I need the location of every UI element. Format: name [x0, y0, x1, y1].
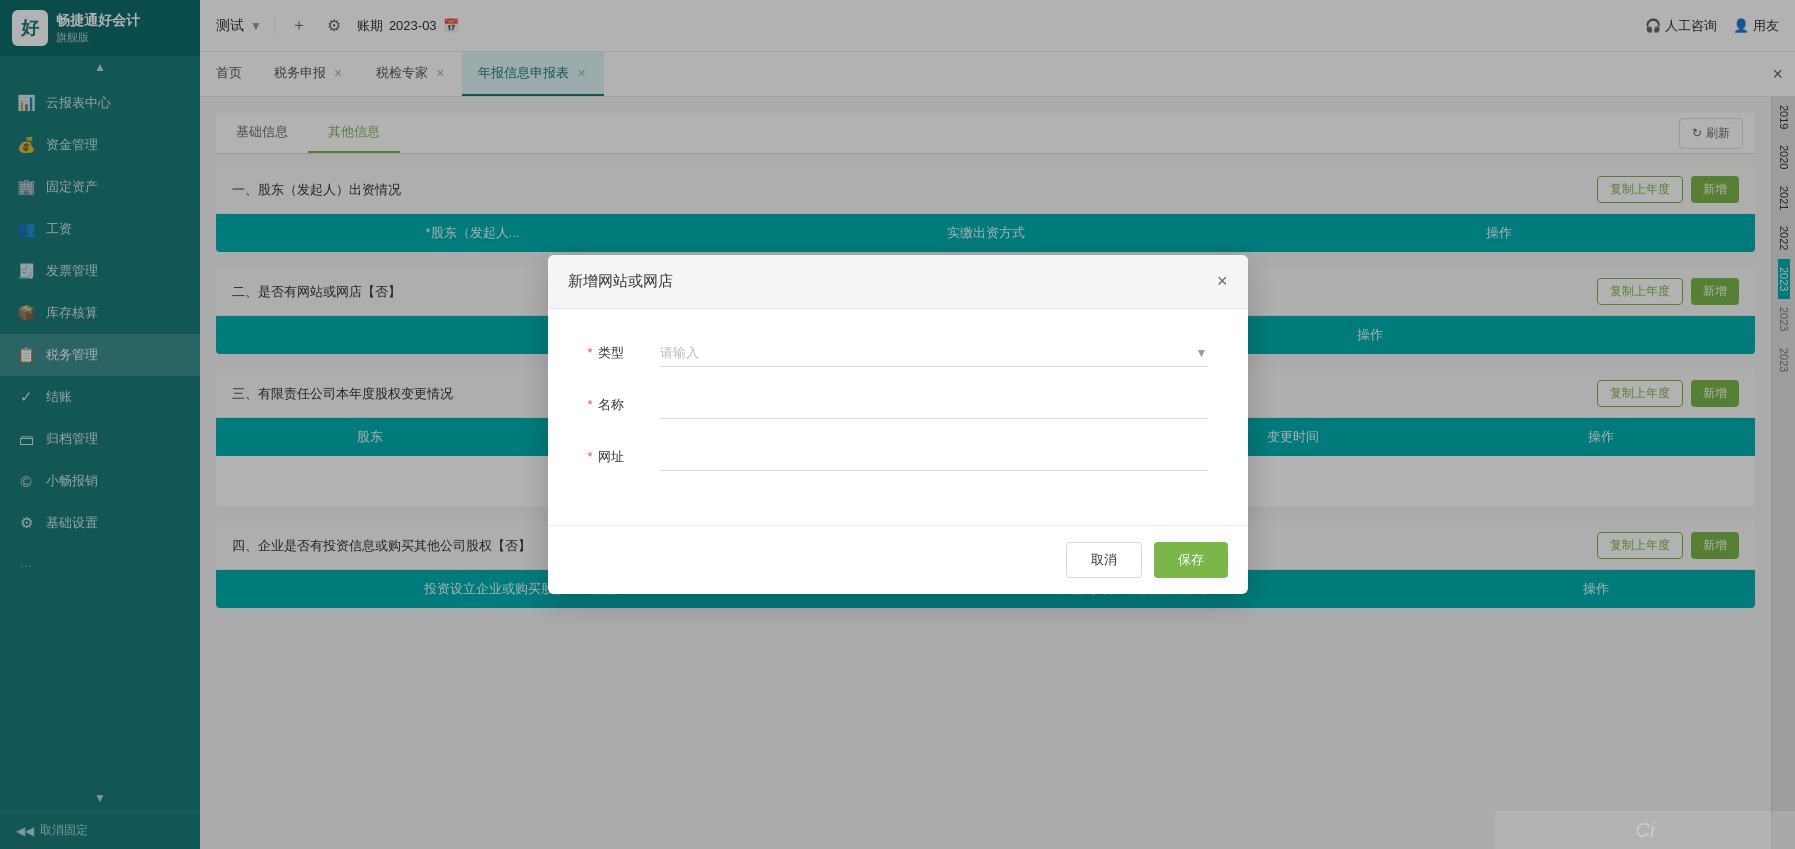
modal-title: 新增网站或网店 — [568, 272, 673, 291]
modal-footer: 取消 保存 — [548, 525, 1248, 594]
type-dropdown-icon[interactable]: ▼ — [1196, 346, 1208, 360]
url-input-wrap — [660, 443, 1208, 471]
cancel-btn[interactable]: 取消 — [1066, 542, 1142, 578]
form-row-name: * 名称 — [588, 391, 1208, 419]
name-input[interactable] — [660, 391, 1208, 418]
url-label: * 网址 — [588, 448, 648, 466]
add-website-modal: 新增网站或网店 × * 类型 ▼ * 名称 — [548, 255, 1248, 594]
type-input[interactable] — [660, 339, 1196, 366]
save-btn[interactable]: 保存 — [1154, 542, 1228, 578]
url-input[interactable] — [660, 443, 1208, 470]
type-input-wrap: ▼ — [660, 339, 1208, 367]
modal-header: 新增网站或网店 × — [548, 255, 1248, 309]
watermark: Ci — [1495, 811, 1795, 849]
modal-overlay[interactable]: 新增网站或网店 × * 类型 ▼ * 名称 — [0, 0, 1795, 849]
modal-body: * 类型 ▼ * 名称 * — [548, 309, 1248, 525]
type-label: * 类型 — [588, 344, 648, 362]
form-row-type: * 类型 ▼ — [588, 339, 1208, 367]
modal-close-btn[interactable]: × — [1217, 271, 1228, 292]
name-label: * 名称 — [588, 396, 648, 414]
form-row-url: * 网址 — [588, 443, 1208, 471]
name-input-wrap — [660, 391, 1208, 419]
